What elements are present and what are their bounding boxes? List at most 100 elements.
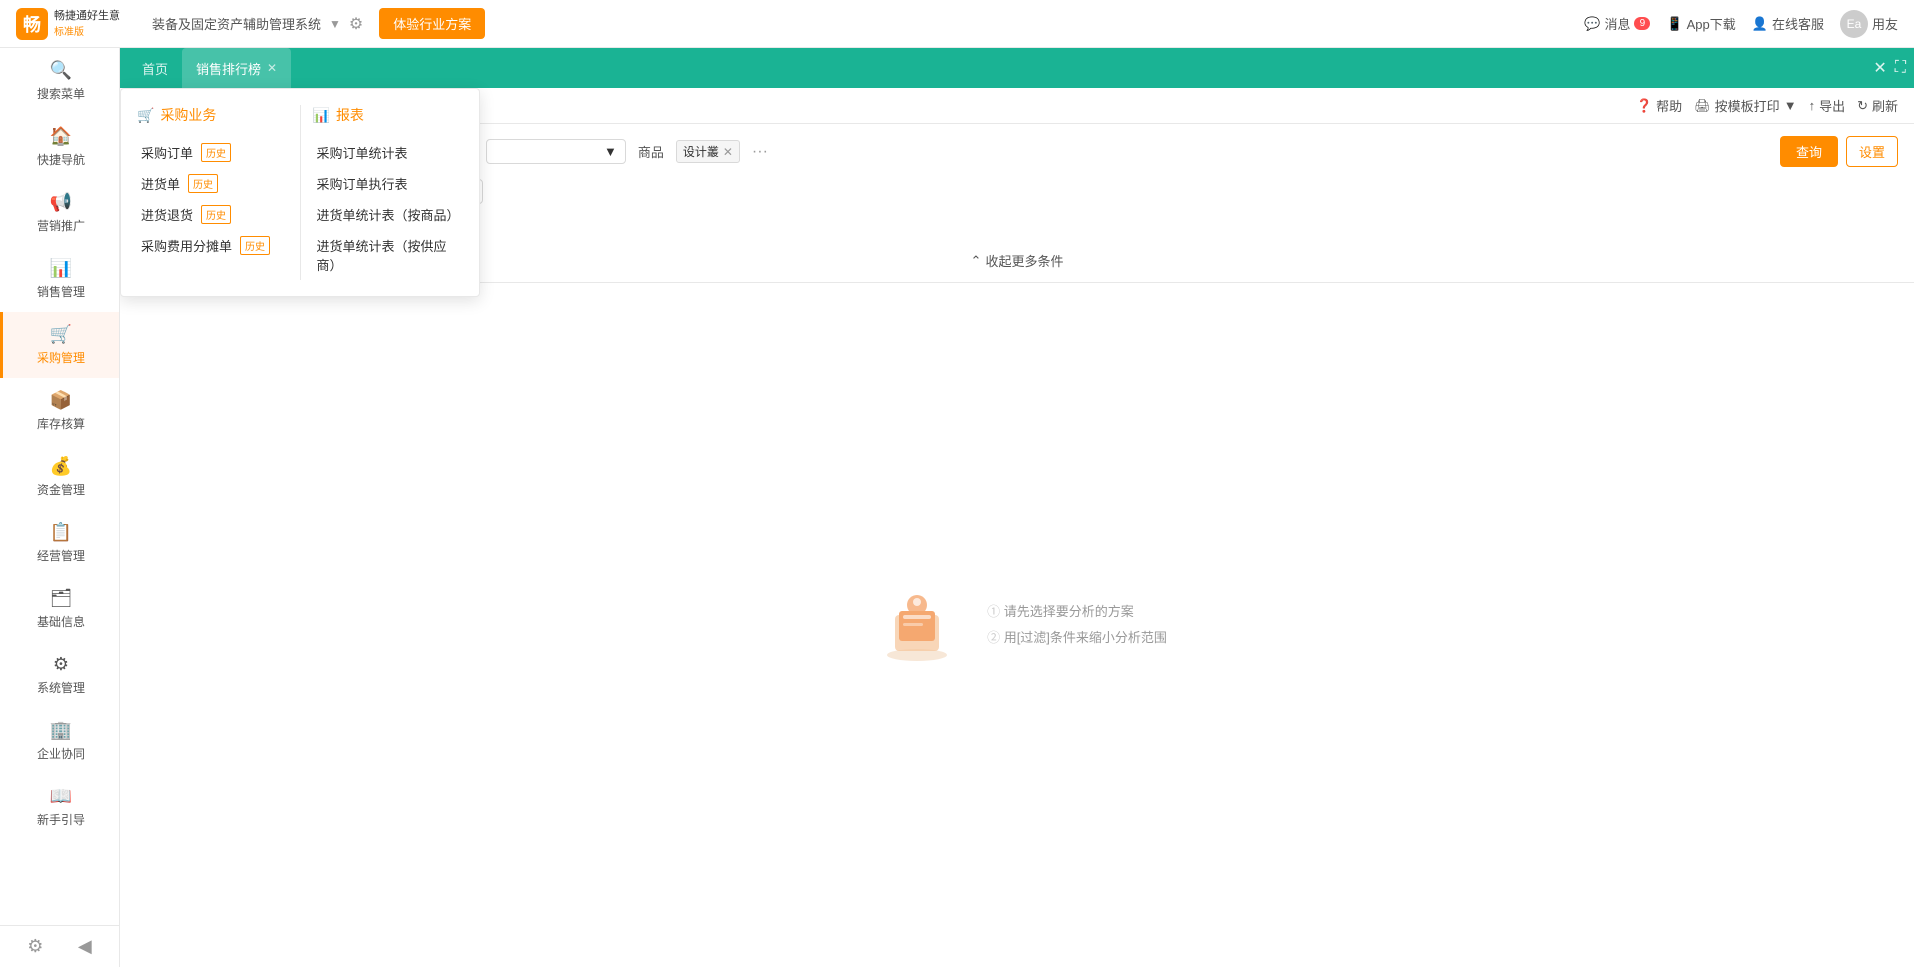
goods-chip-close[interactable]: ✕ — [723, 145, 733, 159]
dropdown-inbound-stats-supplier[interactable]: 进货单统计表（按供应商） — [313, 230, 464, 280]
export-label: 导出 — [1819, 96, 1845, 115]
sidebar-item-search-label: 搜索菜单 — [37, 85, 85, 102]
tab-bar-close-icon[interactable]: ✕ — [1873, 58, 1886, 78]
inbound-stats-supplier-label: 进货单统计表（按供应商） — [317, 236, 460, 274]
sidebar-item-quick-label: 快捷导航 — [37, 151, 85, 168]
empty-tip-2: 用[过滤]条件来缩小分析范围 — [987, 625, 1167, 651]
sidebar-item-capital-label: 资金管理 — [37, 481, 85, 498]
history-badge-purchase-order: 历史 — [201, 143, 231, 162]
sidebar-item-sales[interactable]: 📊 销售管理 — [0, 246, 119, 312]
dropdown-expense[interactable]: 采购费用分摊单 历史 — [137, 230, 288, 261]
settings-bottom-btn[interactable]: ⚙ — [27, 936, 43, 957]
sidebar-item-purchase[interactable]: 🛒 采购管理 — [0, 312, 119, 378]
message-label: 消息 — [1604, 14, 1630, 33]
system-title-text: 装备及固定资产辅助管理系统 — [152, 14, 321, 33]
sidebar-item-basic[interactable]: 🗂 基础信息 — [0, 576, 119, 642]
app-download-btn[interactable]: 📱 App下载 — [1666, 14, 1735, 33]
title-dropdown-arrow[interactable]: ▼ — [329, 17, 341, 31]
sidebar-item-enterprise-label: 企业协同 — [37, 745, 85, 762]
user-label: 用友 — [1872, 14, 1898, 33]
tab-sales-rank[interactable]: 销售排行榜 ✕ — [182, 48, 291, 88]
query-btn[interactable]: 查询 — [1780, 136, 1838, 167]
dropdown-report-section: 📊 报表 采购订单统计表 采购订单执行表 进货单统计表（按商品） 进货单统计表（… — [313, 105, 464, 280]
industry-btn[interactable]: 体验行业方案 — [379, 8, 485, 39]
print-label: 按模板打印 — [1715, 96, 1780, 115]
help-btn[interactable]: ❓ 帮助 — [1636, 96, 1682, 115]
dropdown-order-exec[interactable]: 采购订单执行表 — [313, 168, 464, 199]
sidebar-item-inventory[interactable]: 📦 库存核算 — [0, 378, 119, 444]
doc-status-select[interactable]: ▼ — [486, 139, 626, 164]
user-btn[interactable]: Ea 用友 — [1840, 10, 1898, 38]
purchase-section-icon: 🛒 — [137, 107, 154, 124]
sidebar-item-system[interactable]: ⚙ 系统管理 — [0, 642, 119, 708]
tab-bar-fullscreen-icon[interactable]: ⛶ — [1895, 59, 1906, 77]
dropdown-return[interactable]: 进货退货 历史 — [137, 199, 288, 230]
refresh-btn[interactable]: ↻ 刷新 — [1857, 96, 1898, 115]
sidebar-item-search[interactable]: 🔍 搜索菜单 — [0, 48, 119, 114]
sidebar-item-sales-label: 销售管理 — [37, 283, 85, 300]
export-btn[interactable]: ↑ 导出 — [1809, 96, 1846, 115]
enterprise-icon: 🏢 — [50, 720, 72, 741]
goods-label: 商品 — [638, 142, 664, 161]
tab-home[interactable]: 首页 — [128, 48, 182, 88]
help-label: 帮助 — [1656, 96, 1682, 115]
marketing-icon: 📢 — [50, 192, 72, 213]
collapse-btn[interactable]: ⌃ 收起更多条件 — [971, 251, 1064, 270]
inventory-icon: 📦 — [50, 390, 72, 411]
dropdown-inbound[interactable]: 进货单 历史 — [137, 168, 288, 199]
collapse-sidebar-btn[interactable]: ◀ — [78, 936, 92, 957]
dropdown-purchase-order[interactable]: 采购订单 历史 — [137, 137, 288, 168]
capital-icon: 💰 — [50, 456, 72, 477]
home-icon: 🏠 — [50, 126, 72, 147]
main-layout: 🔍 搜索菜单 🏠 快捷导航 📢 营销推广 📊 销售管理 🛒 采购管理 📦 库存核… — [0, 48, 1914, 967]
setting-btn[interactable]: 设置 — [1846, 136, 1898, 167]
print-btn[interactable]: 🖨 按模板打印 ▼ — [1694, 96, 1796, 115]
avatar: Ea — [1840, 10, 1868, 38]
sidebar-item-marketing[interactable]: 📢 营销推广 — [0, 180, 119, 246]
inbound-label: 进货单 — [141, 174, 180, 193]
tab-close-icon[interactable]: ✕ — [267, 61, 277, 75]
sidebar-item-guide[interactable]: 📖 新手引导 — [0, 774, 119, 840]
message-btn[interactable]: 💬 消息 9 — [1584, 14, 1650, 33]
help-icon: ❓ — [1636, 98, 1652, 114]
goods-tag-value: 设计叢 — [683, 143, 719, 160]
sidebar-item-basic-label: 基础信息 — [37, 613, 85, 630]
order-exec-label: 采购订单执行表 — [317, 174, 408, 193]
dropdown-inbound-stats-goods[interactable]: 进货单统计表（按商品） — [313, 199, 464, 230]
dropdown-divider — [300, 105, 301, 280]
sidebar-item-marketing-label: 营销推广 — [37, 217, 85, 234]
logo-text: 畅捷通好生意 标准版 — [54, 9, 120, 38]
history-badge-expense: 历史 — [240, 236, 270, 255]
sidebar: 🔍 搜索菜单 🏠 快捷导航 📢 营销推广 📊 销售管理 🛒 采购管理 📦 库存核… — [0, 48, 120, 967]
goods-chip[interactable]: 设计叢 ✕ — [676, 140, 740, 163]
gear-icon[interactable]: ⚙ — [349, 14, 363, 34]
dropdown-order-stats[interactable]: 采购订单统计表 — [313, 137, 464, 168]
basic-icon: 🗂 — [50, 588, 73, 609]
tab-bar-right: ✕ ⛶ — [1873, 58, 1906, 78]
doc-status-arrow: ▼ — [604, 144, 617, 159]
service-btn[interactable]: 👤 在线客服 — [1752, 14, 1824, 33]
sales-icon: 📊 — [50, 258, 72, 279]
sidebar-item-operations[interactable]: 📋 经营管理 — [0, 510, 119, 576]
tab-bar: 首页 销售排行榜 ✕ ✕ ⛶ — [120, 48, 1914, 88]
sidebar-item-quick[interactable]: 🏠 快捷导航 — [0, 114, 119, 180]
operations-icon: 📋 — [50, 522, 72, 543]
dropdown-purchase-section: 🛒 采购业务 采购订单 历史 进货单 历史 进货退货 历史 采购费用分摊单 — [137, 105, 288, 280]
history-badge-inbound: 历史 — [188, 174, 218, 193]
sidebar-item-guide-label: 新手引导 — [37, 811, 85, 828]
sidebar-item-purchase-label: 采购管理 — [37, 349, 85, 366]
sidebar-item-capital[interactable]: 💰 资金管理 — [0, 444, 119, 510]
empty-texts: 请先选择要分析的方案 用[过滤]条件来缩小分析范围 — [987, 599, 1167, 651]
sidebar-item-enterprise[interactable]: 🏢 企业协同 — [0, 708, 119, 774]
collapse-up-icon: ⌃ — [971, 253, 982, 269]
empty-state: 请先选择要分析的方案 用[过滤]条件来缩小分析范围 — [120, 283, 1914, 967]
order-stats-label: 采购订单统计表 — [317, 143, 408, 162]
expense-label: 采购费用分摊单 — [141, 236, 232, 255]
service-label: 在线客服 — [1772, 14, 1824, 33]
search-icon: 🔍 — [50, 60, 72, 81]
goods-more-btn[interactable]: ··· — [752, 143, 768, 161]
header-right: 💬 消息 9 📱 App下载 👤 在线客服 Ea 用友 — [1584, 10, 1898, 38]
content-area: 首页 销售排行榜 ✕ ✕ ⛶ ❓ 帮助 🖨 按模板打印 ▼ — [120, 48, 1914, 967]
print-dropdown-arrow[interactable]: ▼ — [1784, 98, 1797, 113]
purchase-dropdown: 🛒 采购业务 采购订单 历史 进货单 历史 进货退货 历史 采购费用分摊单 — [120, 88, 480, 297]
